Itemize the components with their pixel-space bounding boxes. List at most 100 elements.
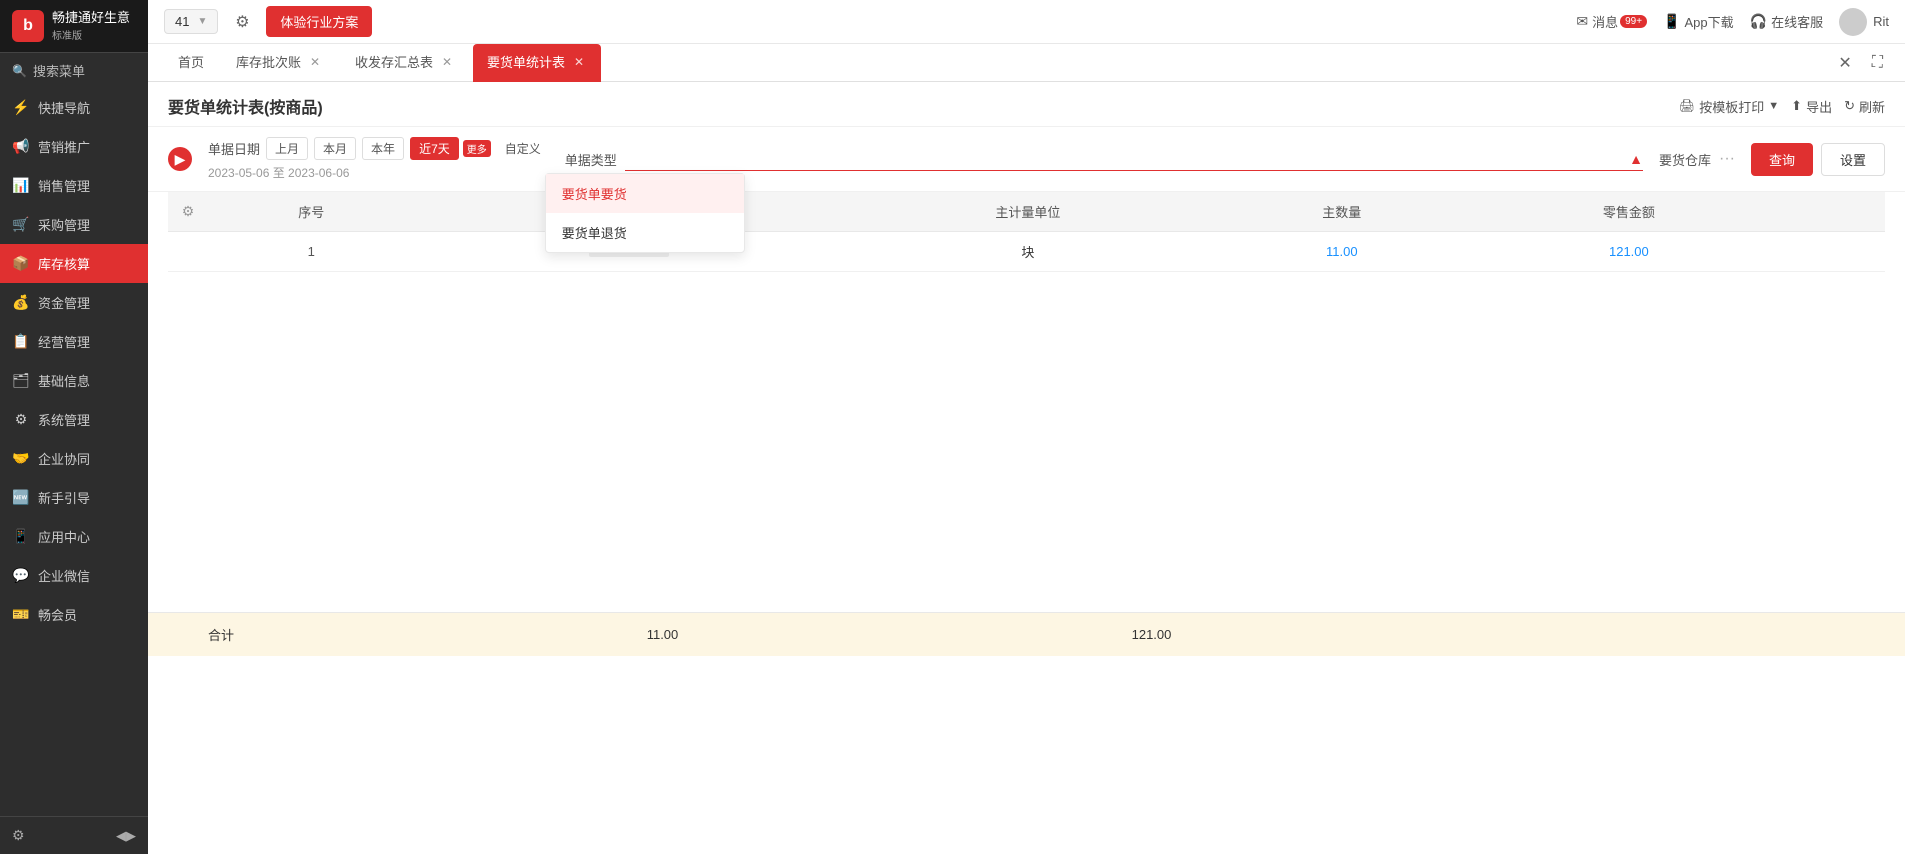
filter-action-buttons: 查询 设置	[1751, 143, 1885, 176]
topbar-gear-button[interactable]: ⚙	[228, 8, 256, 36]
topbar-right: ✉ 消息 99+ 📱 App下载 🎧 在线客服 Rit	[1576, 8, 1889, 36]
type-filter-input[interactable]	[625, 147, 1643, 171]
warehouse-filter-dots[interactable]: ···	[1719, 150, 1735, 168]
settings-button[interactable]: 设置	[1821, 143, 1885, 176]
sidebar-item-inventory[interactable]: 📦 库存核算	[0, 244, 148, 283]
filter-type-section: 单据类型 ▲ 要货单要货 要货单退货	[565, 147, 1643, 171]
template-print-icon: 🖨	[1679, 98, 1696, 114]
tab-receivable-summary[interactable]: 收发存汇总表 ✕	[341, 44, 469, 82]
sidebar-item-label: 营销推广	[38, 137, 90, 156]
company-selector[interactable]: 41 ▼	[164, 9, 218, 34]
wechat-icon: 💬	[12, 567, 30, 584]
query-button[interactable]: 查询	[1751, 143, 1813, 176]
inventory-icon: 📦	[12, 255, 30, 272]
quick-nav-icon: ⚡	[12, 99, 30, 116]
filter-date-section: 单据日期 上月 本月 本年 近7天 更多 自定义 2023-05-06 至 20…	[208, 137, 549, 181]
sidebar-item-enterprise[interactable]: 🤝 企业协同	[0, 439, 148, 478]
row-qty[interactable]: 11.00	[1212, 232, 1472, 272]
row-amount[interactable]: 121.00	[1472, 232, 1786, 272]
sidebar-item-sales[interactable]: 📊 销售管理	[0, 166, 148, 205]
dropdown-option-requisition-return-label: 要货单退货	[562, 226, 627, 241]
template-print-button[interactable]: 🖨 按模板打印 ▼	[1679, 97, 1779, 116]
tab-receivable-summary-close-icon[interactable]: ✕	[439, 54, 455, 70]
sidebar-item-purchase[interactable]: 🛒 采购管理	[0, 205, 148, 244]
system-icon: ⚙	[12, 411, 30, 428]
search-menu[interactable]: 🔍 搜索菜单	[0, 53, 148, 88]
tab-requisition-stats-close-icon[interactable]: ✕	[571, 54, 587, 70]
tab-inventory-batch-close-icon[interactable]: ✕	[307, 54, 323, 70]
sidebar-item-label: 库存核算	[38, 254, 90, 273]
sidebar-item-basic[interactable]: 🗂 基础信息	[0, 361, 148, 400]
sidebar-item-wechat[interactable]: 💬 企业微信	[0, 556, 148, 595]
enterprise-icon: 🤝	[12, 450, 30, 467]
trial-industry-button[interactable]: 体验行业方案	[266, 6, 372, 37]
row-unit: 块	[844, 232, 1212, 272]
table-row: 1 块 11.00 121.00	[168, 232, 1885, 272]
tabbar: 首页 库存批次账 ✕ 收发存汇总表 ✕ 要货单统计表 ✕ ✕ ⛶	[148, 44, 1905, 82]
date-last-7-days-button[interactable]: 近7天	[410, 137, 459, 160]
messages-icon: ✉	[1576, 13, 1588, 30]
tab-home[interactable]: 首页	[164, 44, 218, 82]
user-avatar-area[interactable]: Rit	[1839, 8, 1889, 36]
online-support-button[interactable]: 🎧 在线客服	[1750, 12, 1823, 31]
filter-expand-button[interactable]: ▶	[168, 147, 192, 171]
main-area: 41 ▼ ⚙ 体验行业方案 ✉ 消息 99+ 📱 App下载 🎧 在线客服 R	[148, 0, 1905, 854]
hot-badge: 更多	[463, 140, 491, 157]
refresh-button[interactable]: ↻ 刷新	[1844, 97, 1885, 116]
row-extra	[1786, 232, 1885, 272]
sidebar-item-marketing[interactable]: 📢 营销推广	[0, 127, 148, 166]
sidebar-item-label: 企业协同	[38, 449, 90, 468]
col-header-amount: 零售金额	[1472, 192, 1786, 232]
refresh-icon: ↻	[1844, 98, 1855, 114]
table-wrapper: ⚙ 序号 商品 主计量单位 主数量 零售金额	[148, 192, 1905, 272]
tab-inventory-batch[interactable]: 库存批次账 ✕	[222, 44, 337, 82]
sales-icon: 📊	[12, 177, 30, 194]
col-header-unit: 主计量单位	[844, 192, 1212, 232]
sidebar-item-label: 基础信息	[38, 371, 90, 390]
nav-list: ⚡ 快捷导航 📢 营销推广 📊 销售管理 🛒 采购管理 📦 库存核算 💰 资金管…	[0, 88, 148, 816]
date-this-year-button[interactable]: 本年	[362, 137, 404, 160]
sidebar-item-system[interactable]: ⚙ 系统管理	[0, 400, 148, 439]
collapse-icon[interactable]: ◀▶	[116, 828, 136, 844]
footer-qty: 11.00	[418, 627, 907, 642]
sidebar-item-quick-nav[interactable]: ⚡ 快捷导航	[0, 88, 148, 127]
brand-sub: 标准版	[52, 27, 130, 42]
online-support-icon: 🎧	[1750, 13, 1767, 30]
date-this-month-button[interactable]: 本月	[314, 137, 356, 160]
sidebar-item-operations[interactable]: 📋 经营管理	[0, 322, 148, 361]
close-all-tabs-button[interactable]: ✕	[1832, 51, 1857, 75]
table-settings-icon[interactable]: ⚙	[182, 203, 195, 219]
export-label: 导出	[1806, 97, 1832, 116]
company-name: 41	[175, 14, 189, 29]
settings-icon[interactable]: ⚙	[12, 827, 25, 844]
col-header-qty: 主数量	[1212, 192, 1472, 232]
sidebar-item-appstore[interactable]: 📱 应用中心	[0, 517, 148, 556]
dropdown-option-requisition-return[interactable]: 要货单退货	[546, 213, 744, 252]
date-custom-button[interactable]: 自定义	[497, 138, 549, 159]
maximize-button[interactable]: ⛶	[1866, 52, 1889, 74]
export-button[interactable]: ⬆ 导出	[1791, 97, 1832, 116]
date-last-period-button[interactable]: 上月	[266, 137, 308, 160]
tab-requisition-stats[interactable]: 要货单统计表 ✕	[473, 44, 601, 82]
sidebar-item-label: 销售管理	[38, 176, 90, 195]
sidebar-item-guide[interactable]: 🆕 新手引导	[0, 478, 148, 517]
row-seq: 1	[208, 232, 415, 272]
sidebar-item-label: 快捷导航	[38, 98, 90, 117]
messages-button[interactable]: ✉ 消息 99+	[1576, 12, 1647, 31]
user-avatar	[1839, 8, 1867, 36]
member-icon: 🎫	[12, 606, 30, 623]
table-footer: 合计 11.00 121.00	[148, 612, 1905, 656]
app-download-button[interactable]: 📱 App下载	[1663, 12, 1734, 31]
sidebar-item-finance[interactable]: 💰 资金管理	[0, 283, 148, 322]
sidebar-item-label: 采购管理	[38, 215, 90, 234]
type-filter-arrow-icon[interactable]: ▲	[1629, 151, 1643, 167]
logo-area: b 畅捷通好生意 标准版	[0, 0, 148, 53]
sidebar: b 畅捷通好生意 标准版 🔍 搜索菜单 ⚡ 快捷导航 📢 营销推广 📊 销售管理…	[0, 0, 148, 854]
footer-amount: 121.00	[907, 627, 1396, 642]
dropdown-option-requisition-order[interactable]: 要货单要货	[546, 174, 744, 213]
footer-cells: 合计 11.00 121.00	[168, 625, 1885, 644]
col-header-settings[interactable]: ⚙	[168, 192, 208, 232]
type-filter-input-container: ▲ 要货单要货 要货单退货	[625, 147, 1643, 171]
tab-inventory-batch-label: 库存批次账	[236, 52, 301, 71]
sidebar-item-member[interactable]: 🎫 畅会员	[0, 595, 148, 634]
